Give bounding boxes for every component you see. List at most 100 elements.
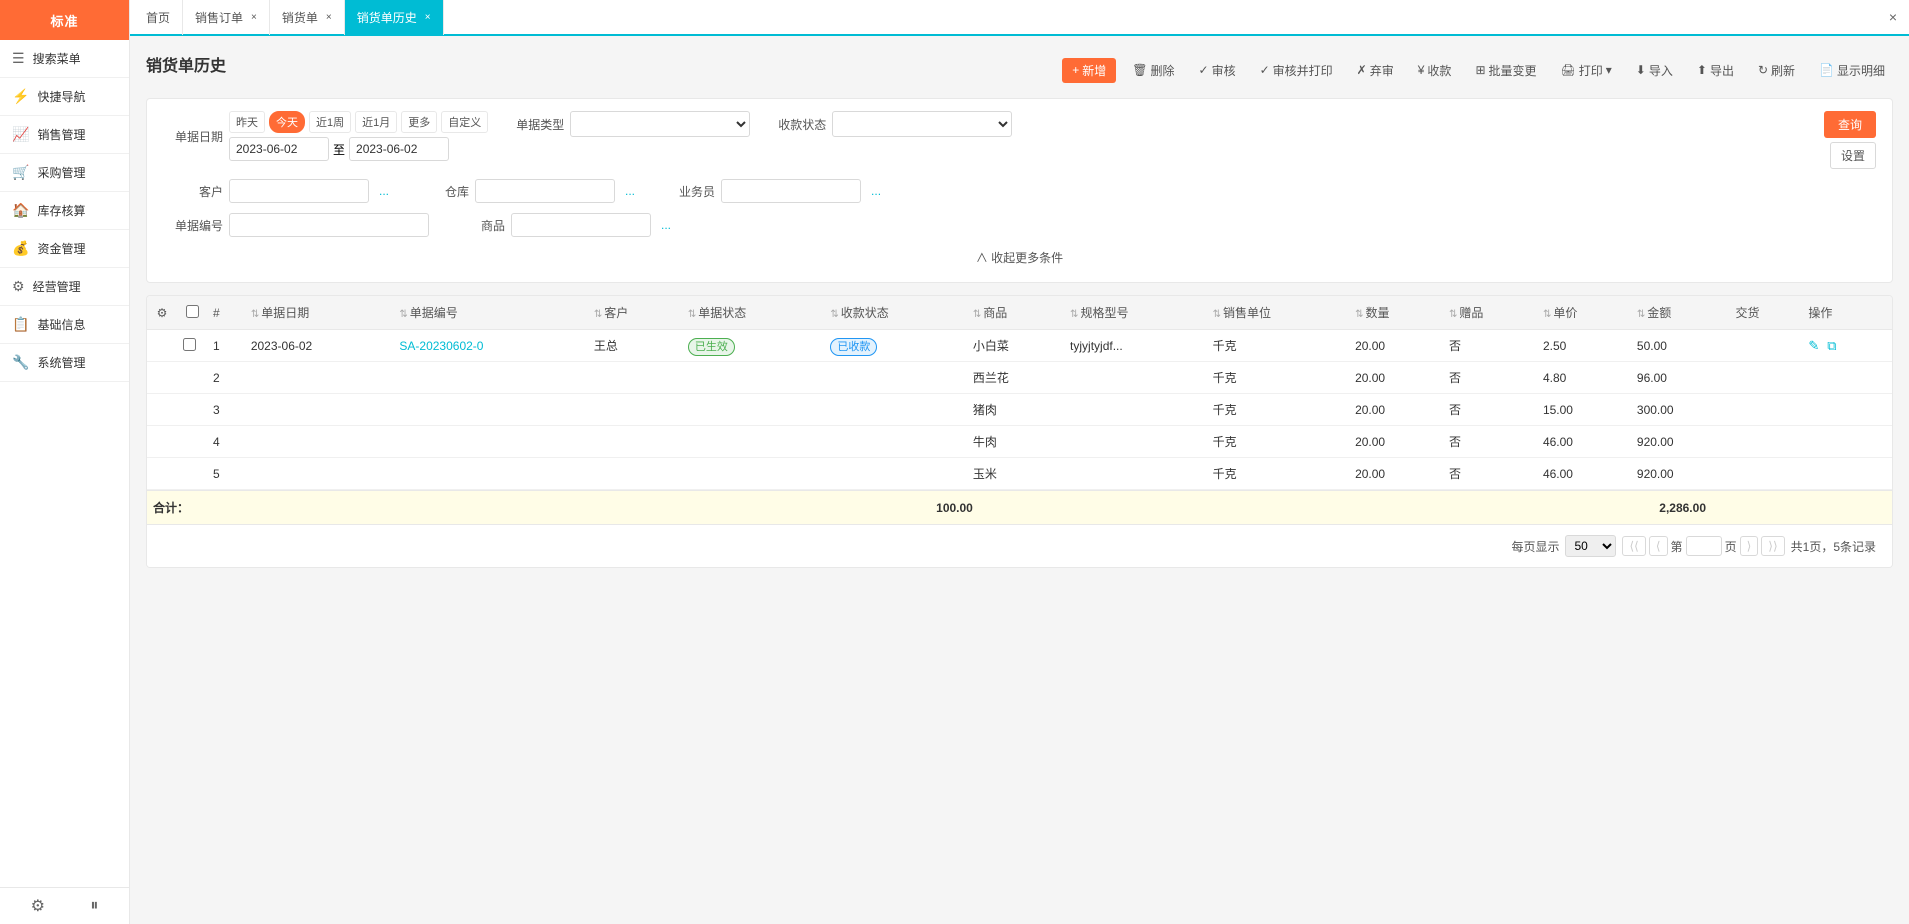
th-settings[interactable]: ⚙ [147,296,177,330]
shortcut-yesterday[interactable]: 昨天 [229,111,265,133]
staff-input[interactable] [721,179,861,203]
th-customer[interactable]: ⇅客户 [588,296,682,330]
sidebar-item-label: 销售管理 [37,126,85,143]
date-from-input[interactable] [229,137,329,161]
last-page-btn[interactable]: ⟩⟩ [1761,536,1784,556]
th-date[interactable]: ⇅单据日期 [245,296,394,330]
row-checkbox[interactable] [183,338,196,351]
th-price[interactable]: ⇅单价 [1537,296,1631,330]
tab-home[interactable]: 首页 [134,0,183,35]
cell-gift: 否 [1443,330,1537,362]
approve-print-button[interactable]: ✓ 审核并打印 [1252,58,1341,83]
warehouse-select-btn[interactable]: ... [621,184,639,198]
collect-status-select[interactable] [832,111,1012,137]
shortcut-custom[interactable]: 自定义 [441,111,488,133]
show-detail-icon: 📄 [1819,63,1834,77]
doc-no-input[interactable] [229,213,429,237]
cell-check [177,426,207,458]
sidebar-item-fund-mgmt[interactable]: 💰 资金管理 [0,230,129,268]
approve-button[interactable]: ✓ 审核 [1191,58,1244,83]
delete-button[interactable]: 🗑 删除 [1124,58,1182,83]
close-all-tabs-btn[interactable]: × [1881,9,1905,25]
page-input[interactable]: 1 [1686,536,1722,556]
batch-change-button[interactable]: ⊞ 批量变更 [1467,58,1544,83]
staff-select-btn[interactable]: ... [867,184,885,198]
sidebar-pause-btn[interactable]: ⏸ [90,897,98,915]
tab-sales-goods[interactable]: 销货单 × [270,0,345,35]
warehouse-input[interactable] [475,179,615,203]
th-trade: 交货 [1729,296,1802,330]
sidebar-item-purchase-mgmt[interactable]: 🛒 采购管理 [0,154,129,192]
th-spec[interactable]: ⇅规格型号 [1064,296,1207,330]
sidebar-item-label: 系统管理 [37,354,85,371]
cell-collect-status: 已收款 [824,330,967,362]
sidebar-settings-btn[interactable]: ⚙ [31,896,45,916]
approve-icon: ✓ [1199,63,1209,77]
cell-spec [1064,362,1207,394]
th-qty[interactable]: ⇅数量 [1349,296,1443,330]
cell-price: 46.00 [1537,426,1631,458]
print-button[interactable]: 🖨 打印 ▾ [1553,58,1620,83]
th-collect-status[interactable]: ⇅收款状态 [824,296,967,330]
date-shortcuts: 昨天 今天 近1周 近1月 更多 自定义 [229,111,488,133]
sidebar-item-sales-mgmt[interactable]: 📈 销售管理 [0,116,129,154]
cell-unit: 千克 [1207,362,1350,394]
shortcut-more[interactable]: 更多 [401,111,437,133]
prev-page-btn[interactable]: ⟨ [1649,536,1668,556]
sidebar-item-stock-calc[interactable]: 🏠 库存核算 [0,192,129,230]
cell-settings [147,362,177,394]
close-sales-history-icon[interactable]: × [425,12,431,23]
collect-button[interactable]: ¥ 收款 [1410,58,1460,83]
import-button[interactable]: ⬇ 导入 [1628,58,1681,83]
query-button[interactable]: 查询 [1824,111,1876,138]
collect-icon: ¥ [1418,63,1425,77]
content-area: 销货单历史 + 新增 🗑 删除 ✓ 审核 ✓ 审核并打印 [130,36,1909,924]
first-page-btn[interactable]: ⟨⟨ [1622,536,1645,556]
close-sales-goods-icon[interactable]: × [326,12,332,23]
th-index: # [207,296,245,330]
th-docno[interactable]: ⇅单据编号 [393,296,588,330]
sidebar-item-sys-mgmt[interactable]: 🔧 系统管理 [0,344,129,382]
shortcut-1month[interactable]: 近1月 [355,111,397,133]
filter-settings-button[interactable]: 设置 [1830,142,1876,169]
sidebar-item-search-menu[interactable]: ☰ 搜索菜单 [0,40,129,78]
th-amount[interactable]: ⇅金额 [1631,296,1730,330]
cell-check [177,362,207,394]
add-button[interactable]: + 新增 [1062,58,1116,83]
customer-input[interactable] [229,179,369,203]
customer-select-btn[interactable]: ... [375,184,393,198]
tab-sales-history[interactable]: 销货单历史 × [345,0,444,35]
cell-trade [1729,330,1802,362]
row-copy-btn[interactable]: ⧉ [1827,338,1836,354]
sidebar-item-basic-info[interactable]: 📋 基础信息 [0,306,129,344]
shortcut-today[interactable]: 今天 [269,111,305,133]
date-to-input[interactable] [349,137,449,161]
sidebar-item-quick-nav[interactable]: ⚡ 快捷导航 [0,78,129,116]
shortcut-7days[interactable]: 近1周 [309,111,351,133]
doc-type-select[interactable] [570,111,750,137]
th-goods[interactable]: ⇅商品 [967,296,1064,330]
show-detail-button[interactable]: 📄 显示明细 [1811,58,1893,83]
per-page-select[interactable]: 50 20 100 200 [1565,535,1616,557]
close-sales-order-icon[interactable]: × [251,12,257,23]
th-doc-status[interactable]: ⇅单据状态 [682,296,825,330]
cell-gift: 否 [1443,362,1537,394]
select-all-checkbox[interactable] [186,305,199,318]
basic-info-icon: 📋 [12,316,29,333]
cell-qty: 20.00 [1349,394,1443,426]
th-gift[interactable]: ⇅赠品 [1443,296,1537,330]
abandon-button[interactable]: ✗ 弃审 [1349,58,1402,83]
tab-sales-order[interactable]: 销售订单 × [183,0,270,35]
goods-input[interactable] [511,213,651,237]
goods-select-btn[interactable]: ... [657,218,675,232]
filter-collapse-btn[interactable]: ∧ 收起更多条件 [163,245,1876,270]
next-page-btn[interactable]: ⟩ [1740,536,1759,556]
sidebar-item-ops-mgmt[interactable]: ⚙ 经营管理 [0,268,129,306]
export-button[interactable]: ⬆ 导出 [1689,58,1742,83]
row-edit-btn[interactable]: ✎ [1808,338,1819,354]
refresh-button[interactable]: ↻ 刷新 [1750,58,1803,83]
sales-icon: 📈 [12,126,29,143]
th-unit[interactable]: ⇅销售单位 [1207,296,1350,330]
refresh-icon: ↻ [1758,63,1768,77]
docno-link[interactable]: SA-20230602-0 [399,339,483,353]
